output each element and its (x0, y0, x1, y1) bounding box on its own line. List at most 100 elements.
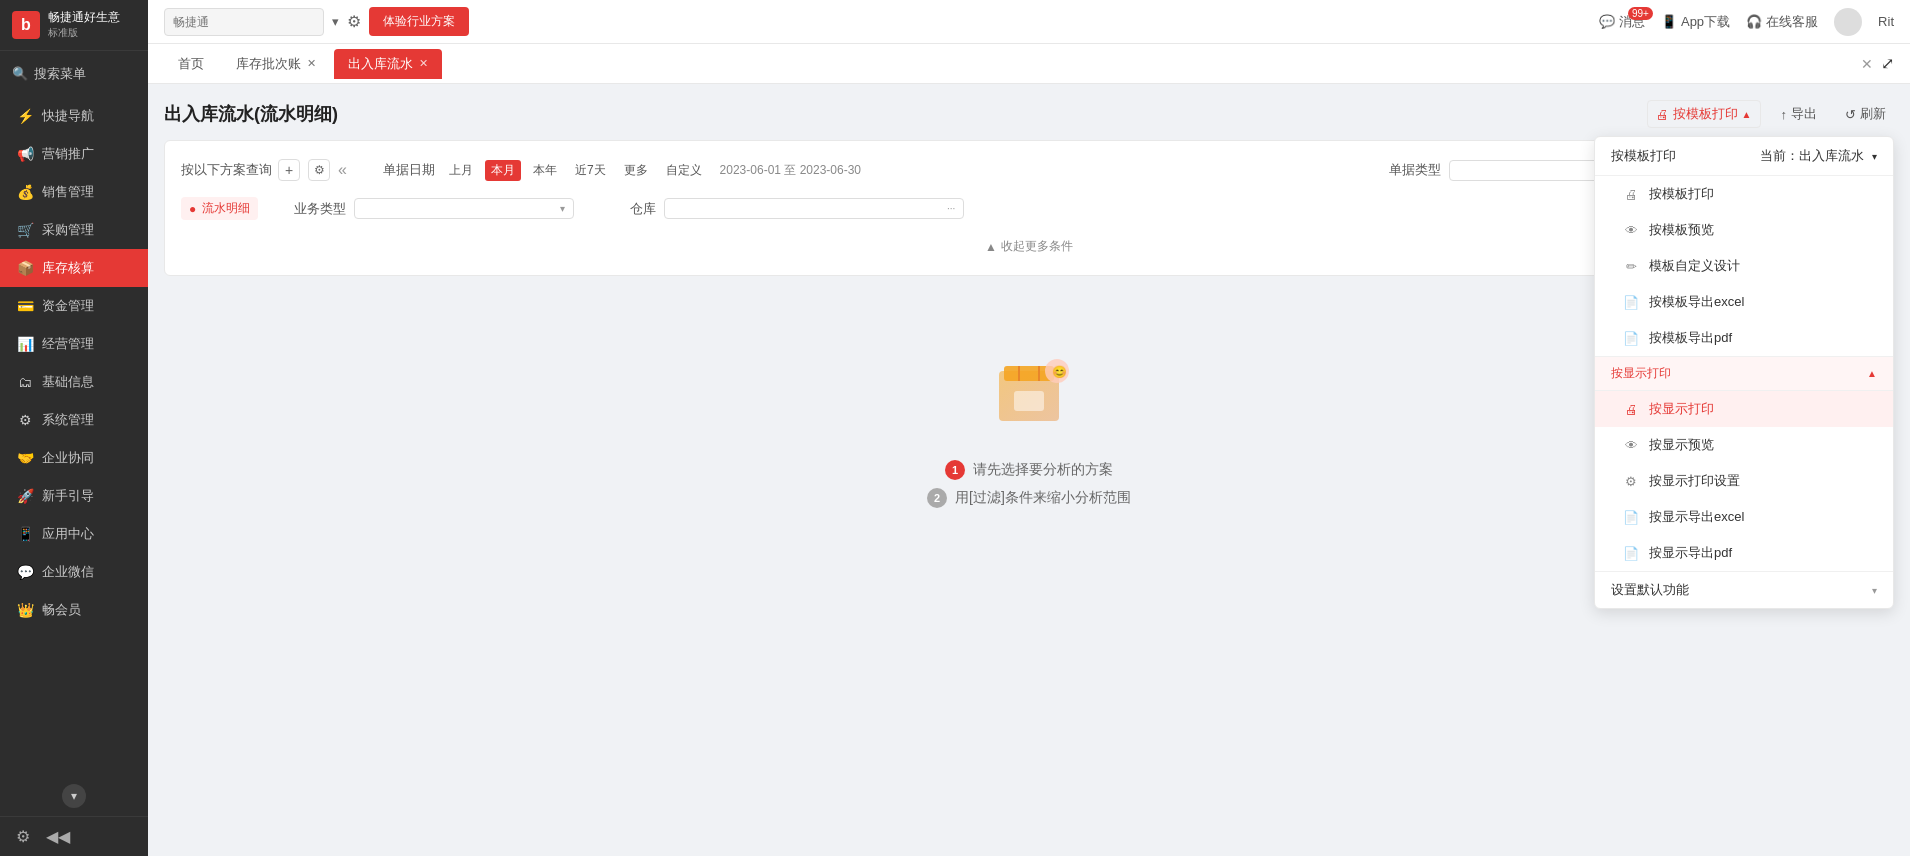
tab-home[interactable]: 首页 (164, 49, 218, 79)
sidebar-item-basics[interactable]: 🗂 基础信息 (0, 363, 148, 401)
export-button[interactable]: ↑ 导出 (1773, 101, 1826, 127)
filter-collapse-button[interactable]: « (338, 161, 347, 179)
business-type-label: 业务类型 (294, 200, 346, 218)
shortcut-more[interactable]: 更多 (618, 160, 654, 181)
display-preview-icon: 👁 (1623, 437, 1639, 453)
dropdown-display-print-label: 按显示打印 (1649, 400, 1714, 418)
dropdown-display-settings-label: 按显示打印设置 (1649, 472, 1740, 490)
step-1-text: 请先选择要分析的方案 (973, 461, 1113, 479)
date-label: 单据日期 (383, 161, 435, 179)
purchase-icon: 🛒 (16, 221, 34, 239)
dropdown-display-excel[interactable]: 📄 按显示导出excel (1595, 499, 1893, 535)
topbar-settings-icon[interactable]: ⚙ (347, 12, 361, 31)
dropdown-item-custom-label: 模板自定义设计 (1649, 257, 1740, 275)
marketing-icon: 📢 (16, 145, 34, 163)
dropdown-section-display[interactable]: 按显示打印 ▲ (1595, 356, 1893, 391)
tab-inventory-flow[interactable]: 出入库流水 ✕ (334, 49, 442, 79)
dropdown-item-print-label: 按模板打印 (1649, 185, 1714, 203)
sidebar-item-wechat[interactable]: 💬 企业微信 (0, 553, 148, 591)
message-icon: 💬 (1599, 14, 1615, 29)
display-pdf-icon: 📄 (1623, 545, 1639, 561)
warehouse-more-icon: ··· (947, 203, 955, 214)
dropdown-expand-icon[interactable]: ▾ (1872, 151, 1877, 162)
dropdown-item-export-pdf-label: 按模板导出pdf (1649, 329, 1732, 347)
sidebar-collapse-icon[interactable]: ◀◀ (46, 827, 70, 846)
dropdown-item-preview[interactable]: 👁 按模板预览 (1595, 212, 1893, 248)
app-name: 畅捷通好生意 (48, 10, 120, 26)
content-area: 出入库流水(流水明细) 🖨 按模板打印 ▲ ↑ 导出 ↺ 刷新 (148, 84, 1910, 856)
sidebar-item-system[interactable]: ⚙ 系统管理 (0, 401, 148, 439)
print-dropdown-panel: 按模板打印 当前：出入库流水 ▾ 🖨 按模板打印 👁 (1594, 136, 1894, 609)
dropdown-display-pdf[interactable]: 📄 按显示导出pdf (1595, 535, 1893, 571)
topbar-left: ▾ ⚙ 体验行业方案 (164, 7, 1587, 36)
collapse-more-button[interactable]: ▲ 收起更多条件 (979, 232, 1079, 261)
message-button[interactable]: 💬 消息 99+ (1599, 13, 1645, 31)
business-type-filter: 业务类型 ▾ (294, 198, 574, 219)
sidebar-item-marketing[interactable]: 📢 营销推广 (0, 135, 148, 173)
sidebar-item-enterprise[interactable]: 🤝 企业协同 (0, 439, 148, 477)
sidebar-item-sales[interactable]: 💰 销售管理 (0, 173, 148, 211)
sidebar-item-quick-nav-label: 快捷导航 (42, 107, 94, 125)
message-badge: 99+ (1628, 7, 1653, 20)
shortcut-custom[interactable]: 自定义 (660, 160, 708, 181)
sidebar-item-operations[interactable]: 📊 经营管理 (0, 325, 148, 363)
sidebar-item-member[interactable]: 👑 畅会员 (0, 591, 148, 629)
print-item-icon: 🖨 (1623, 186, 1639, 202)
dropdown-item-export-excel[interactable]: 📄 按模板导出excel (1595, 284, 1893, 320)
sidebar-item-quick-nav[interactable]: ⚡ 快捷导航 (0, 97, 148, 135)
dropdown-item-custom[interactable]: ✏ 模板自定义设计 (1595, 248, 1893, 284)
shortcut-this-year[interactable]: 本年 (527, 160, 563, 181)
dropdown-display-print[interactable]: 🖨 按显示打印 (1595, 391, 1893, 427)
basics-icon: 🗂 (16, 373, 34, 391)
warehouse-select[interactable]: ··· (664, 198, 964, 219)
business-type-select[interactable]: ▾ (354, 198, 574, 219)
dropdown-item-export-pdf[interactable]: 📄 按模板导出pdf (1595, 320, 1893, 356)
filter-settings-button[interactable]: ⚙ (308, 159, 330, 181)
dropdown-item-print[interactable]: 🖨 按模板打印 (1595, 176, 1893, 212)
search-menu-label: 搜索菜单 (34, 65, 86, 83)
svg-text:😊: 😊 (1052, 364, 1067, 379)
app-download-button[interactable]: 📱 App下载 (1661, 13, 1730, 31)
shortcut-last-7-days[interactable]: 近7天 (569, 160, 612, 181)
dropdown-footer[interactable]: 设置默认功能 ▾ (1595, 571, 1893, 608)
sidebar-scroll-down[interactable]: ▾ (62, 784, 86, 808)
sidebar-item-inventory-label: 库存核算 (42, 259, 94, 277)
shortcut-this-month[interactable]: 本月 (485, 160, 521, 181)
dropdown-display-preview-label: 按显示预览 (1649, 436, 1714, 454)
tab-inventory-batch-close[interactable]: ✕ (307, 57, 316, 70)
tab-inventory-flow-close[interactable]: ✕ (419, 57, 428, 70)
page-actions: 🖨 按模板打印 ▲ ↑ 导出 ↺ 刷新 按模 (1647, 100, 1894, 128)
online-service-button[interactable]: 🎧 在线客服 (1746, 13, 1818, 31)
export-excel-icon: 📄 (1623, 294, 1639, 310)
filter-label-text: 按以下方案查询 (181, 161, 272, 179)
tab-expand-icon[interactable]: ⤢ (1881, 54, 1894, 73)
tab-close-all-icon[interactable]: ✕ (1861, 56, 1873, 72)
sidebar-item-apps-label: 应用中心 (42, 525, 94, 543)
print-button[interactable]: 🖨 按模板打印 ▲ (1647, 100, 1761, 128)
search-menu-button[interactable]: 🔍 搜索菜单 (12, 59, 136, 89)
dropdown-display-settings[interactable]: ⚙ 按显示打印设置 (1595, 463, 1893, 499)
online-service-label: 在线客服 (1766, 13, 1818, 31)
shortcut-last-month[interactable]: 上月 (443, 160, 479, 181)
topbar-search-input[interactable] (164, 8, 324, 36)
dropdown-section-display-label: 按显示打印 (1611, 365, 1671, 382)
dropdown-display-preview[interactable]: 👁 按显示预览 (1595, 427, 1893, 463)
sidebar-item-inventory[interactable]: 📦 库存核算 (0, 249, 148, 287)
tab-inventory-batch[interactable]: 库存批次账 ✕ (222, 49, 330, 79)
quick-nav-icon: ⚡ (16, 107, 34, 125)
user-name: Rit (1878, 14, 1894, 29)
tab-inventory-batch-label: 库存批次账 (236, 55, 301, 73)
sidebar-item-apps[interactable]: 📱 应用中心 (0, 515, 148, 553)
sidebar-item-purchase[interactable]: 🛒 采购管理 (0, 211, 148, 249)
refresh-button[interactable]: ↺ 刷新 (1837, 101, 1894, 127)
sidebar-item-operations-label: 经营管理 (42, 335, 94, 353)
tab-inventory-flow-label: 出入库流水 (348, 55, 413, 73)
trial-button[interactable]: 体验行业方案 (369, 7, 469, 36)
user-avatar[interactable] (1834, 8, 1862, 36)
filter-add-button[interactable]: + (278, 159, 300, 181)
topbar-dropdown[interactable]: ▾ (332, 14, 339, 29)
sidebar-settings-icon[interactable]: ⚙ (16, 827, 30, 846)
sidebar-item-finance[interactable]: 💳 资金管理 (0, 287, 148, 325)
tab-home-label: 首页 (178, 55, 204, 73)
sidebar-item-guide[interactable]: 🚀 新手引导 (0, 477, 148, 515)
